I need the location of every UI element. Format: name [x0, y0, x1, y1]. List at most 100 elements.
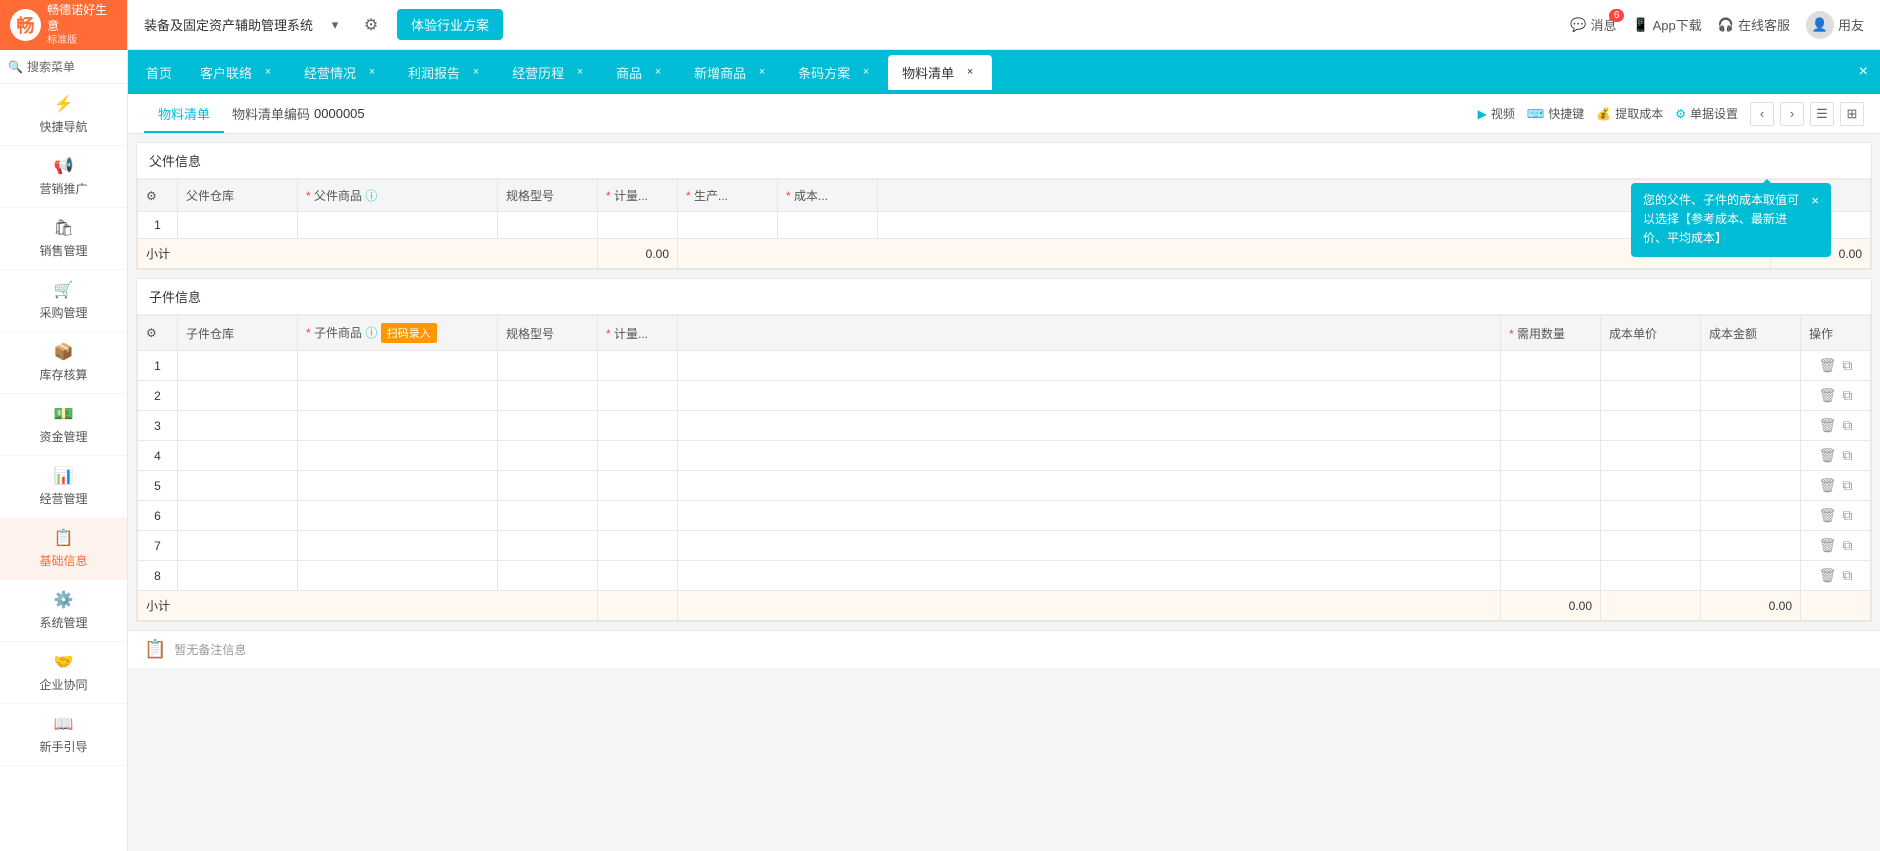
sidebar-item-marketing[interactable]: 📢 营销推广 — [0, 146, 127, 208]
delete-icon-6[interactable]: 🗑 — [1819, 507, 1837, 524]
child-warehouse-8[interactable] — [178, 561, 298, 591]
child-amount-1[interactable] — [1701, 351, 1801, 381]
child-product-4[interactable] — [298, 441, 498, 471]
child-warehouse-3[interactable] — [178, 411, 298, 441]
child-warehouse-5[interactable] — [178, 471, 298, 501]
child-product-2[interactable] — [298, 381, 498, 411]
delete-icon-2[interactable]: 🗑 — [1819, 387, 1837, 404]
close-tab-bom[interactable]: × — [962, 64, 978, 80]
delete-icon-8[interactable]: 🗑 — [1819, 567, 1837, 584]
child-product-info-icon[interactable]: ⓘ — [365, 326, 377, 340]
close-tab-goods[interactable]: × — [650, 64, 666, 80]
parent-cost-cell[interactable] — [778, 212, 878, 239]
parent-warehouse-cell[interactable] — [178, 212, 298, 239]
close-tab-barcode[interactable]: × — [858, 64, 874, 80]
sub-tab-bom[interactable]: 物料清单 — [144, 96, 224, 133]
sidebar-item-inventory[interactable]: 📦 库存核算 — [0, 332, 127, 394]
child-spec-5[interactable] — [498, 471, 598, 501]
child-unit-cost-7[interactable] — [1601, 531, 1701, 561]
copy-icon-7[interactable]: ⧉ — [1842, 537, 1852, 554]
child-unit-3[interactable] — [598, 411, 678, 441]
child-qty-3[interactable] — [1501, 411, 1601, 441]
sidebar-item-collaboration[interactable]: 🤝 企业协同 — [0, 642, 127, 704]
online-service-action[interactable]: 🎧 在线客服 — [1718, 15, 1790, 34]
user-action[interactable]: 👤 用友 — [1806, 11, 1864, 39]
th-settings-child[interactable]: ⚙ — [138, 316, 178, 351]
child-qty-1[interactable] — [1501, 351, 1601, 381]
copy-icon-8[interactable]: ⧉ — [1842, 567, 1852, 584]
child-warehouse-1[interactable] — [178, 351, 298, 381]
child-qty-2[interactable] — [1501, 381, 1601, 411]
child-spec-6[interactable] — [498, 501, 598, 531]
child-qty-7[interactable] — [1501, 531, 1601, 561]
sidebar-search[interactable]: 🔍 搜索菜单 — [0, 50, 127, 84]
child-amount-5[interactable] — [1701, 471, 1801, 501]
system-dropdown-icon[interactable]: ▾ — [325, 15, 345, 35]
close-tab-customer[interactable]: × — [260, 64, 276, 80]
close-tab-history[interactable]: × — [572, 64, 588, 80]
child-unit-4[interactable] — [598, 441, 678, 471]
child-product-1[interactable] — [298, 351, 498, 381]
child-warehouse-7[interactable] — [178, 531, 298, 561]
child-amount-7[interactable] — [1701, 531, 1801, 561]
copy-icon-2[interactable]: ⧉ — [1842, 387, 1852, 404]
copy-icon-4[interactable]: ⧉ — [1842, 447, 1852, 464]
child-unit-cost-4[interactable] — [1601, 441, 1701, 471]
parent-product-info-icon[interactable]: ⓘ — [365, 189, 377, 203]
child-unit-cost-2[interactable] — [1601, 381, 1701, 411]
child-unit-1[interactable] — [598, 351, 678, 381]
tab-profit[interactable]: 利润报告 × — [394, 55, 498, 90]
child-product-5[interactable] — [298, 471, 498, 501]
shortcut-action[interactable]: ⌨ 快捷键 — [1527, 105, 1584, 122]
child-unit-5[interactable] — [598, 471, 678, 501]
child-product-7[interactable] — [298, 531, 498, 561]
copy-icon-1[interactable]: ⧉ — [1842, 357, 1852, 374]
child-amount-8[interactable] — [1701, 561, 1801, 591]
message-action[interactable]: 💬 消息 6 — [1570, 15, 1616, 34]
copy-icon-3[interactable]: ⧉ — [1842, 417, 1852, 434]
prev-icon[interactable]: ‹ — [1750, 102, 1774, 126]
child-unit-cost-3[interactable] — [1601, 411, 1701, 441]
grid-icon[interactable]: ☰ — [1810, 102, 1834, 126]
child-unit-8[interactable] — [598, 561, 678, 591]
copy-icon-5[interactable]: ⧉ — [1842, 477, 1852, 494]
child-spec-3[interactable] — [498, 411, 598, 441]
sidebar-item-quick-nav[interactable]: ⚡ 快捷导航 — [0, 84, 127, 146]
child-product-3[interactable] — [298, 411, 498, 441]
settings-gear-icon[interactable]: ⚙ — [357, 11, 385, 39]
delete-icon-4[interactable]: 🗑 — [1819, 447, 1837, 464]
tab-barcode[interactable]: 条码方案 × — [784, 55, 888, 90]
sidebar-item-purchase[interactable]: 🛒 采购管理 — [0, 270, 127, 332]
app-download-action[interactable]: 📱 App下载 — [1632, 15, 1701, 34]
child-unit-cost-5[interactable] — [1601, 471, 1701, 501]
child-qty-5[interactable] — [1501, 471, 1601, 501]
settings-action[interactable]: ⚙ 单据设置 — [1675, 105, 1738, 122]
child-qty-4[interactable] — [1501, 441, 1601, 471]
parent-unit-cell[interactable] — [598, 212, 678, 239]
th-settings-parent[interactable]: ⚙ — [138, 180, 178, 212]
delete-icon-5[interactable]: 🗑 — [1819, 477, 1837, 494]
child-unit-7[interactable] — [598, 531, 678, 561]
sidebar-item-beginner[interactable]: 📖 新手引导 — [0, 704, 127, 766]
child-amount-4[interactable] — [1701, 441, 1801, 471]
delete-icon-1[interactable]: 🗑 — [1819, 357, 1837, 374]
scan-button[interactable]: 扫码录入 — [381, 323, 437, 343]
child-spec-4[interactable] — [498, 441, 598, 471]
child-unit-6[interactable] — [598, 501, 678, 531]
child-product-6[interactable] — [298, 501, 498, 531]
child-amount-6[interactable] — [1701, 501, 1801, 531]
sidebar-item-sales[interactable]: 🛍 销售管理 — [0, 208, 127, 270]
child-spec-1[interactable] — [498, 351, 598, 381]
child-spec-2[interactable] — [498, 381, 598, 411]
close-tab-profit[interactable]: × — [468, 64, 484, 80]
child-warehouse-6[interactable] — [178, 501, 298, 531]
child-qty-6[interactable] — [1501, 501, 1601, 531]
child-unit-cost-8[interactable] — [1601, 561, 1701, 591]
child-spec-8[interactable] — [498, 561, 598, 591]
child-qty-8[interactable] — [1501, 561, 1601, 591]
video-action[interactable]: ▶ 视频 — [1478, 105, 1515, 122]
tab-home[interactable]: 首页 — [132, 55, 186, 90]
expand-icon[interactable]: ⊞ — [1840, 102, 1864, 126]
close-all-tabs-icon[interactable]: × — [1851, 59, 1876, 85]
sidebar-item-system[interactable]: ⚙️ 系统管理 — [0, 580, 127, 642]
